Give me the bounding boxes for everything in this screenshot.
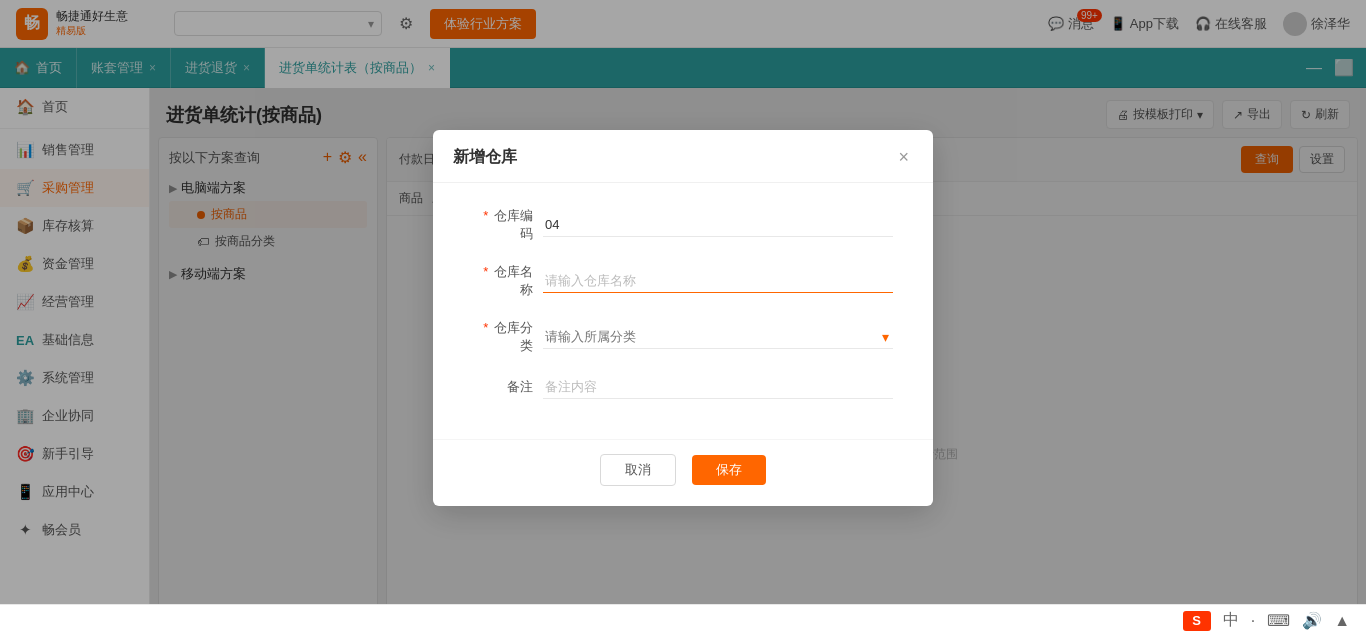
category-required-mark: * xyxy=(483,320,488,335)
form-row-code: * 仓库编码 xyxy=(473,207,893,243)
name-label-text: 仓库名称 xyxy=(494,264,533,297)
note-input[interactable] xyxy=(543,375,893,399)
s-logo: S xyxy=(1183,611,1211,631)
name-required-mark: * xyxy=(483,264,488,279)
modal-title: 新增仓库 xyxy=(453,147,517,168)
bottom-dot-icon[interactable]: · xyxy=(1251,612,1255,630)
modal-footer: 取消 保存 xyxy=(433,439,933,506)
code-input[interactable] xyxy=(543,213,893,237)
modal-new-warehouse: 新增仓库 × * 仓库编码 * 仓库名称 xyxy=(433,130,933,506)
name-label: * 仓库名称 xyxy=(473,263,543,299)
bottom-speaker-icon[interactable]: 🔊 xyxy=(1302,611,1322,630)
note-label-text: 备注 xyxy=(507,379,533,394)
cancel-button[interactable]: 取消 xyxy=(600,454,676,486)
bottom-keyboard-icon[interactable]: ⌨ xyxy=(1267,611,1290,630)
modal-body: * 仓库编码 * 仓库名称 * 仓库分类 xyxy=(433,183,933,439)
name-input[interactable] xyxy=(543,269,893,293)
form-row-note: 备注 xyxy=(473,375,893,399)
note-label: 备注 xyxy=(473,378,543,396)
form-row-category: * 仓库分类 xyxy=(473,319,893,355)
bottom-bar: S 中 · ⌨ 🔊 ▲ xyxy=(0,604,1366,636)
modal-close-icon[interactable]: × xyxy=(894,146,913,168)
code-required-mark: * xyxy=(483,208,488,223)
modal-overlay: 新增仓库 × * 仓库编码 * 仓库名称 xyxy=(0,0,1366,636)
code-label-text: 仓库编码 xyxy=(494,208,533,241)
category-select-wrap xyxy=(543,325,893,349)
form-row-name: * 仓库名称 xyxy=(473,263,893,299)
bottom-zh-icon[interactable]: 中 xyxy=(1223,610,1239,631)
category-label: * 仓库分类 xyxy=(473,319,543,355)
save-button[interactable]: 保存 xyxy=(692,455,766,485)
category-input[interactable] xyxy=(543,325,893,349)
code-label: * 仓库编码 xyxy=(473,207,543,243)
bottom-chevron-icon[interactable]: ▲ xyxy=(1334,612,1350,630)
modal-header: 新增仓库 × xyxy=(433,130,933,183)
category-label-text: 仓库分类 xyxy=(494,320,533,353)
